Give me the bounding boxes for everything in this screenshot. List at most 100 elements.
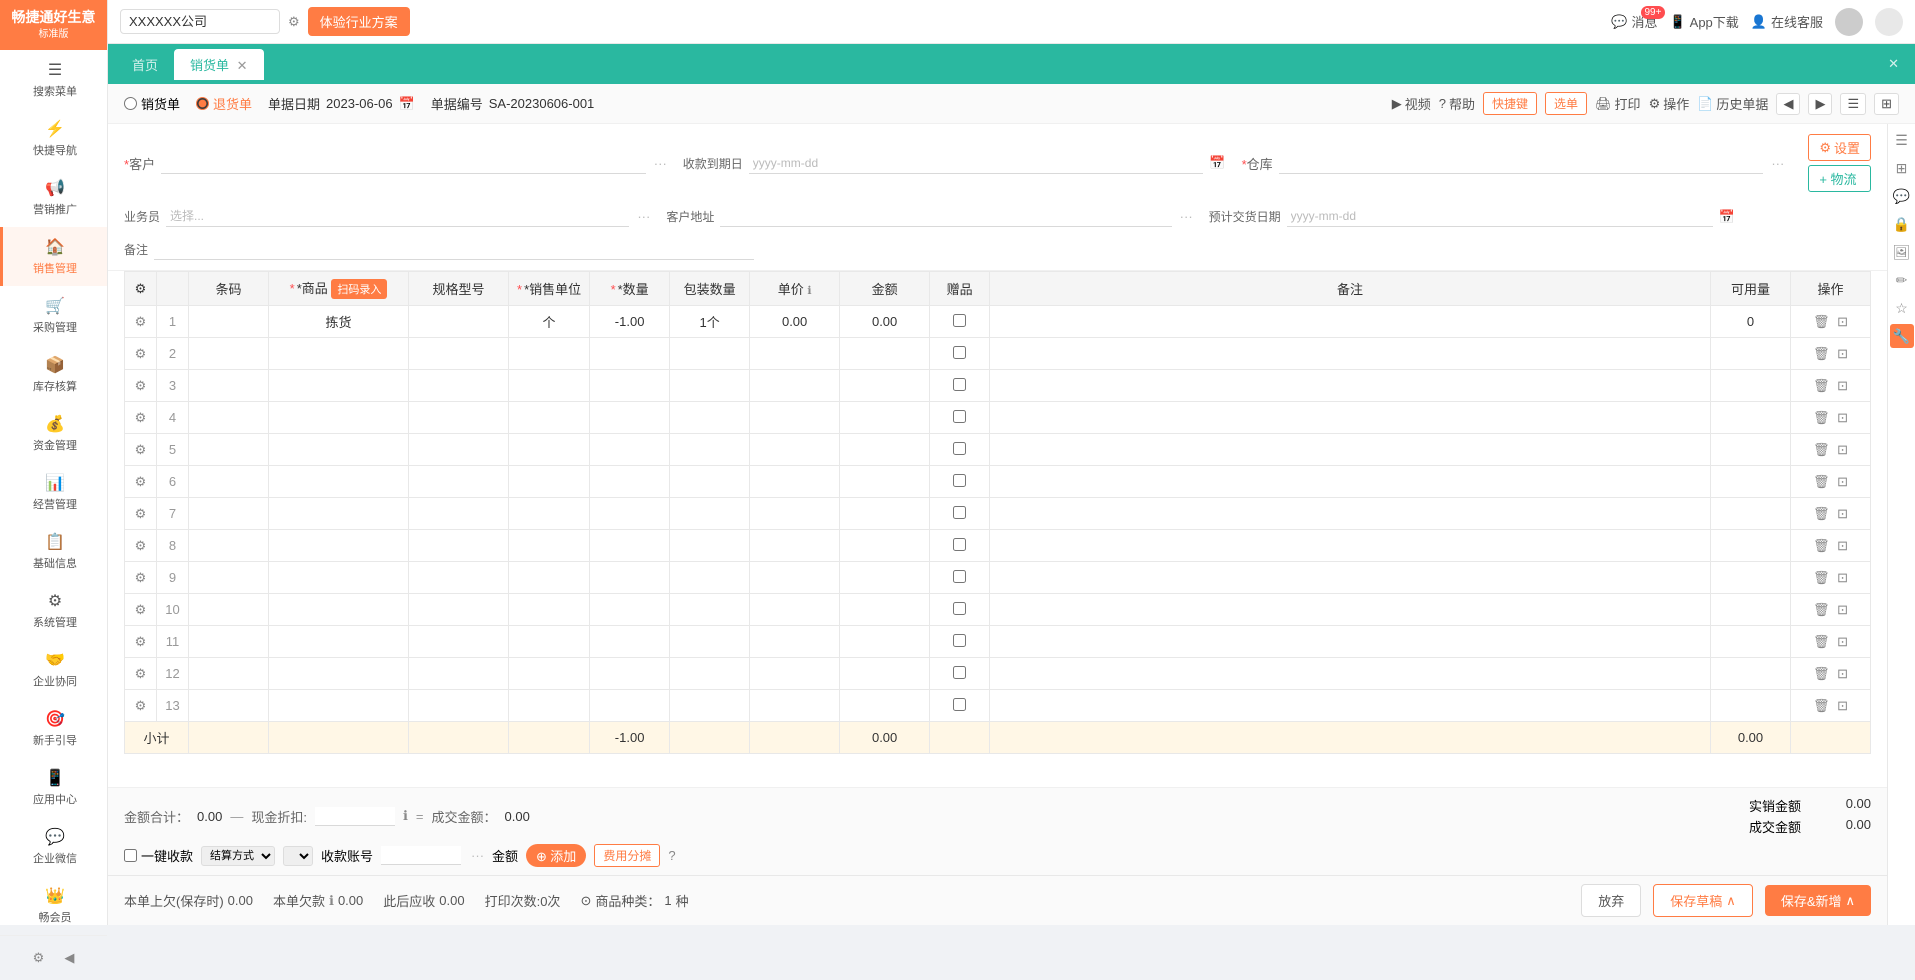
copy-icon-5[interactable]: ⊡: [1837, 474, 1848, 489]
product-types-radio-icon[interactable]: ⊙: [580, 893, 591, 909]
right-panel-image[interactable]: 🖼: [1890, 240, 1914, 264]
cell-barcode-5[interactable]: [189, 466, 269, 498]
copy-icon-0[interactable]: ⊡: [1837, 314, 1848, 329]
cell-qty-1[interactable]: [590, 338, 670, 370]
right-panel-grid-view[interactable]: ⊞: [1890, 156, 1914, 180]
gift-checkbox-6[interactable]: [953, 506, 966, 519]
gift-checkbox-9[interactable]: [953, 602, 966, 615]
cell-gift-0[interactable]: [930, 306, 990, 338]
delete-icon-1[interactable]: 🗑: [1813, 346, 1830, 361]
save-new-button[interactable]: 保存&新增 ∧: [1765, 885, 1871, 916]
cell-price-2[interactable]: [750, 370, 840, 402]
cell-pkg-8[interactable]: [670, 562, 750, 594]
one-click-payment-checkbox[interactable]: 一键收款: [124, 846, 193, 865]
view-list[interactable]: ☰: [1840, 93, 1866, 115]
cell-gift-9[interactable]: [930, 594, 990, 626]
cell-unit-12[interactable]: [509, 690, 590, 722]
cell-price-0[interactable]: 0.00: [750, 306, 840, 338]
row-settings-icon-12[interactable]: ⚙: [135, 698, 147, 713]
gift-checkbox-1[interactable]: [953, 346, 966, 359]
delete-icon-10[interactable]: 🗑: [1813, 634, 1830, 649]
cell-product-7[interactable]: [269, 530, 409, 562]
cell-product-5[interactable]: [269, 466, 409, 498]
delete-icon-0[interactable]: 🗑: [1813, 314, 1830, 329]
action-shortcut[interactable]: 快捷键: [1483, 92, 1537, 115]
tab-close-window[interactable]: ✕: [1880, 56, 1907, 72]
gift-checkbox-0[interactable]: [953, 314, 966, 327]
topbar-settings-icon[interactable]: ⚙: [288, 14, 300, 30]
cell-price-4[interactable]: [750, 434, 840, 466]
radio-return-bill[interactable]: 退货单: [196, 94, 252, 113]
cell-price-7[interactable]: [750, 530, 840, 562]
right-panel-list-view[interactable]: ☰: [1890, 128, 1914, 152]
cell-qty-11[interactable]: [590, 658, 670, 690]
nav-prev[interactable]: ◀: [1776, 93, 1800, 115]
cell-unit-10[interactable]: [509, 626, 590, 658]
cell-remark-11[interactable]: [990, 658, 1711, 690]
avatar[interactable]: [1835, 8, 1863, 36]
cell-gift-3[interactable]: [930, 402, 990, 434]
note-input[interactable]: [154, 239, 754, 260]
copy-icon-1[interactable]: ⊡: [1837, 346, 1848, 361]
cell-gift-8[interactable]: [930, 562, 990, 594]
warehouse-dots-btn[interactable]: ···: [1771, 156, 1784, 171]
cell-spec-8[interactable]: [409, 562, 509, 594]
cell-qty-4[interactable]: [590, 434, 670, 466]
cell-amount-5[interactable]: [840, 466, 930, 498]
cell-remark-4[interactable]: [990, 434, 1711, 466]
delete-icon-7[interactable]: 🗑: [1813, 538, 1830, 553]
customer-dots-btn[interactable]: ···: [654, 156, 667, 171]
cell-barcode-6[interactable]: [189, 498, 269, 530]
row-settings-icon-9[interactable]: ⚙: [135, 602, 147, 617]
cell-amount-7[interactable]: [840, 530, 930, 562]
cell-qty-7[interactable]: [590, 530, 670, 562]
action-print[interactable]: 🖨 打印: [1595, 94, 1641, 113]
cell-price-12[interactable]: [750, 690, 840, 722]
row-settings-icon-3[interactable]: ⚙: [135, 410, 147, 425]
cell-unit-2[interactable]: [509, 370, 590, 402]
delete-icon-11[interactable]: 🗑: [1813, 666, 1830, 681]
cell-remark-0[interactable]: [990, 306, 1711, 338]
sidebar-collapse-button[interactable]: ◀: [58, 944, 80, 972]
sidebar-item-search[interactable]: ☰ 搜索菜单: [0, 50, 107, 109]
cell-qty-3[interactable]: [590, 402, 670, 434]
table-settings-icon[interactable]: ⚙: [135, 281, 147, 296]
sidebar-item-inventory[interactable]: 📦 库存核算: [0, 345, 107, 404]
cell-pkg-2[interactable]: [670, 370, 750, 402]
action-video[interactable]: ▶ 视频: [1392, 94, 1431, 113]
cell-spec-2[interactable]: [409, 370, 509, 402]
cell-spec-10[interactable]: [409, 626, 509, 658]
trial-btn[interactable]: 体验行业方案: [308, 7, 410, 36]
discount-info-icon[interactable]: ℹ: [403, 808, 408, 824]
cell-amount-9[interactable]: [840, 594, 930, 626]
tab-close-icon[interactable]: ✕: [237, 58, 248, 73]
expense-btn[interactable]: 费用分摊: [594, 844, 660, 867]
cell-product-12[interactable]: [269, 690, 409, 722]
sidebar-item-operations[interactable]: 📊 经营管理: [0, 463, 107, 522]
cell-qty-5[interactable]: [590, 466, 670, 498]
customer-input[interactable]: [161, 153, 646, 174]
cell-amount-11[interactable]: [840, 658, 930, 690]
cell-barcode-8[interactable]: [189, 562, 269, 594]
settings-button[interactable]: ⚙ 设置: [1808, 134, 1871, 161]
delete-icon-6[interactable]: 🗑: [1813, 506, 1830, 521]
copy-icon-9[interactable]: ⊡: [1837, 602, 1848, 617]
salesperson-input[interactable]: [166, 206, 629, 227]
discard-button[interactable]: 放弃: [1581, 884, 1641, 917]
action-operate[interactable]: ⚙ 操作: [1649, 94, 1690, 113]
sidebar-item-enterprise[interactable]: 🤝 企业协同: [0, 640, 107, 699]
copy-icon-10[interactable]: ⊡: [1837, 634, 1848, 649]
right-panel-lock[interactable]: 🔒: [1890, 212, 1914, 236]
gift-checkbox-12[interactable]: [953, 698, 966, 711]
cell-spec-7[interactable]: [409, 530, 509, 562]
cell-unit-6[interactable]: [509, 498, 590, 530]
add-btn[interactable]: ⊕ 添加: [526, 844, 586, 867]
row-settings-icon-11[interactable]: ⚙: [135, 666, 147, 681]
cell-amount-3[interactable]: [840, 402, 930, 434]
cell-pkg-1[interactable]: [670, 338, 750, 370]
sidebar-item-appstore[interactable]: 📱 应用中心: [0, 758, 107, 817]
delete-icon-3[interactable]: 🗑: [1813, 410, 1830, 425]
cell-barcode-11[interactable]: [189, 658, 269, 690]
cell-product-1[interactable]: [269, 338, 409, 370]
cell-amount-1[interactable]: [840, 338, 930, 370]
